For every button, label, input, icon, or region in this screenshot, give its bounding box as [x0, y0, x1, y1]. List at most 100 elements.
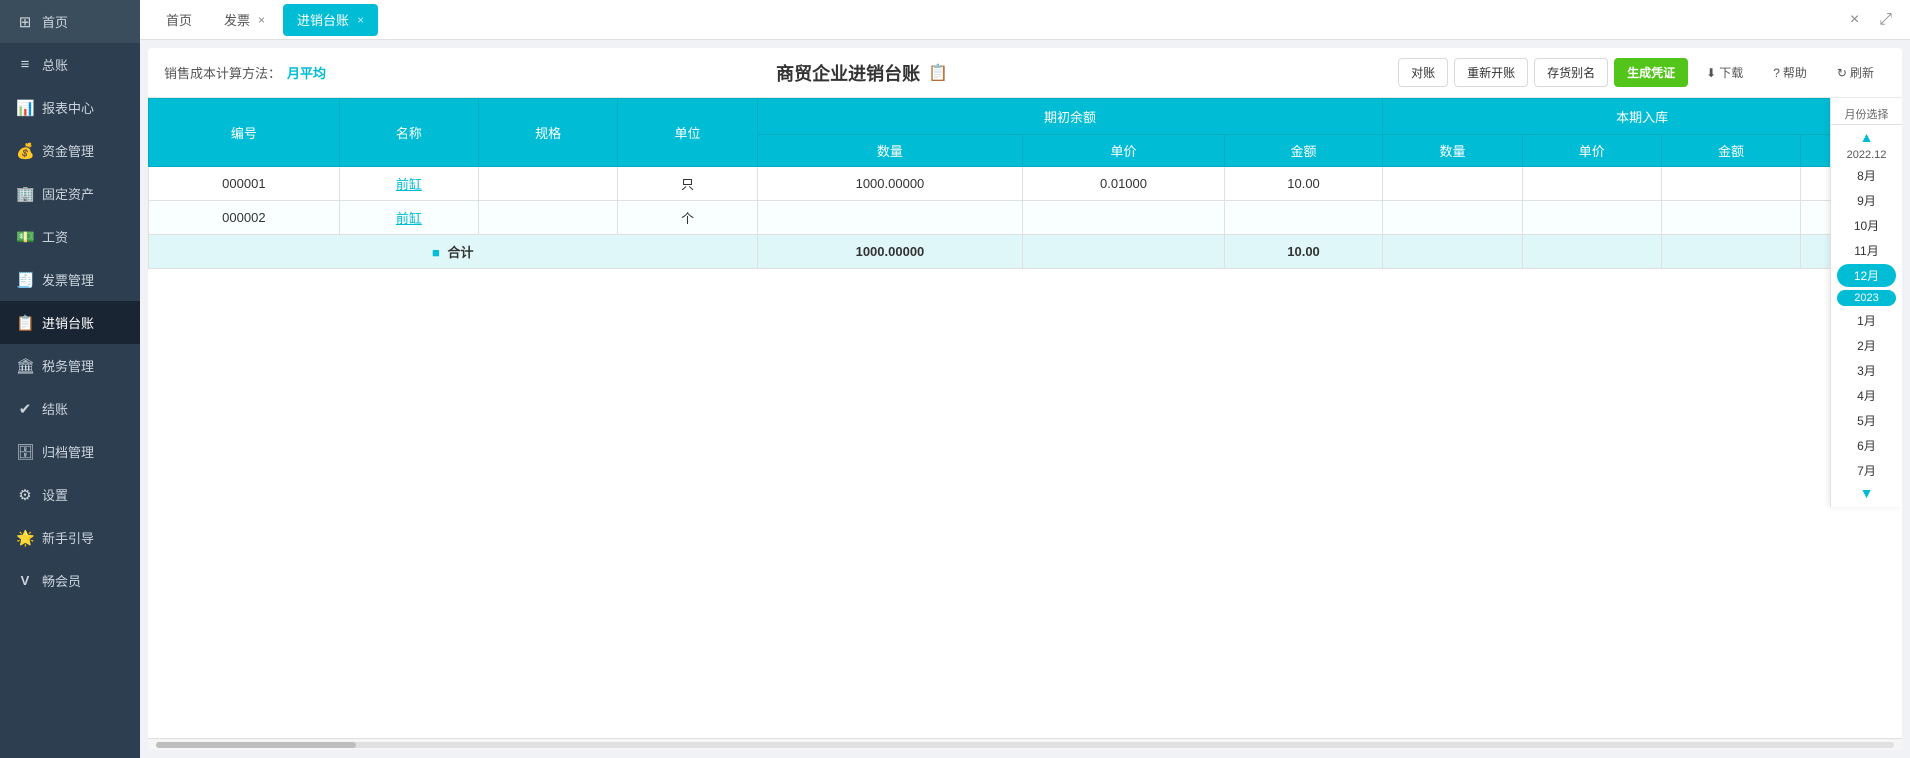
- year-2023-tag: 2023: [1837, 290, 1896, 306]
- reopen-button[interactable]: 重新开账: [1454, 58, 1528, 87]
- content-area: 销售成本计算方法： 月平均 商贸企业进销台账 📋 对账 重新开账 存货别名 生成…: [148, 48, 1902, 750]
- total-pi-price: [1522, 235, 1661, 269]
- total-op-qty: 1000.00000: [757, 235, 1023, 269]
- month-item-12[interactable]: 12月: [1837, 264, 1896, 287]
- cell-name[interactable]: 前缸: [339, 167, 478, 201]
- help-icon: ?: [1773, 66, 1780, 80]
- col-pi-qty: 数量: [1383, 135, 1522, 167]
- generate-voucher-button[interactable]: 生成凭证: [1614, 58, 1688, 87]
- month-scroll-up[interactable]: ▲: [1831, 127, 1902, 147]
- refresh-button[interactable]: ↻ 刷新: [1825, 59, 1886, 86]
- cell-pi-qty: [1383, 167, 1522, 201]
- cell-unit: 个: [618, 201, 757, 235]
- data-table: 编号 名称 规格 单位 期初余额 本期入库 数量 单价 金额 数量: [148, 98, 1902, 269]
- tab-purchase-sales[interactable]: 进销台账 ×: [283, 4, 378, 36]
- month-item-1[interactable]: 1月: [1831, 308, 1902, 333]
- month-item-10[interactable]: 10月: [1831, 213, 1902, 238]
- sidebar-item-member[interactable]: V 畅会员: [0, 559, 140, 602]
- main-area: 首页 发票 × 进销台账 × × ⤢ 销售成本计算方法： 月平均 商贸企业进销台…: [140, 0, 1910, 758]
- col-op-amount: 金额: [1224, 135, 1383, 167]
- window-close-button[interactable]: ×: [1844, 9, 1865, 31]
- sidebar-item-label: 报表中心: [42, 98, 94, 117]
- cell-op-qty: 1000.00000: [757, 167, 1023, 201]
- tab-invoice-close[interactable]: ×: [258, 13, 265, 27]
- sidebar-item-label: 税务管理: [42, 356, 94, 375]
- table-container: 编号 名称 规格 单位 期初余额 本期入库 数量 单价 金额 数量: [148, 98, 1902, 738]
- month-item-9[interactable]: 9月: [1831, 188, 1902, 213]
- month-item-2[interactable]: 2月: [1831, 333, 1902, 358]
- scrollbar-thumb[interactable]: [156, 742, 356, 748]
- close-ledger-icon: ✔: [16, 400, 34, 418]
- sidebar-item-salary[interactable]: 💵 工资: [0, 215, 140, 258]
- total-label: ■ 合计: [149, 235, 758, 269]
- month-item-11[interactable]: 11月: [1831, 238, 1902, 263]
- cell-unit: 只: [618, 167, 757, 201]
- cell-pi-qty: [1383, 201, 1522, 235]
- total-pi-qty: [1383, 235, 1522, 269]
- title-info-icon[interactable]: 📋: [928, 63, 948, 83]
- member-icon: V: [16, 573, 34, 588]
- window-maximize-button[interactable]: ⤢: [1873, 9, 1898, 31]
- sidebar-item-close[interactable]: ✔ 结账: [0, 387, 140, 430]
- cell-code: 000001: [149, 167, 340, 201]
- sidebar-item-assets[interactable]: 🏢 固定资产: [0, 172, 140, 215]
- tab-home[interactable]: 首页: [152, 4, 206, 36]
- sidebar-item-purchase-sales[interactable]: 📋 进销台账: [0, 301, 140, 344]
- tab-invoice[interactable]: 发票 ×: [210, 4, 279, 36]
- help-button[interactable]: ? 帮助: [1761, 59, 1819, 86]
- total-op-price: [1023, 235, 1224, 269]
- col-op-qty: 数量: [757, 135, 1023, 167]
- archive-icon: 🗄: [16, 443, 34, 461]
- scrollbar-track: [156, 742, 1894, 748]
- tab-bar: 首页 发票 × 进销台账 × × ⤢: [140, 0, 1910, 40]
- settings-icon: ⚙: [16, 486, 34, 504]
- month-panel: 月份选择 ▲ 2022.12 8月 9月 10月 11月 12月 2023 1月…: [1830, 98, 1902, 507]
- sidebar-item-invoice-mgmt[interactable]: 🧾 发票管理: [0, 258, 140, 301]
- cell-pi-price: [1522, 167, 1661, 201]
- sidebar-item-label: 结账: [42, 399, 68, 418]
- download-button[interactable]: ⬇ 下载: [1694, 59, 1755, 86]
- horizontal-scrollbar[interactable]: [148, 738, 1902, 750]
- cell-name[interactable]: 前缸: [339, 201, 478, 235]
- sidebar-item-label: 资金管理: [42, 141, 94, 160]
- sidebar-item-label: 新手引导: [42, 528, 94, 547]
- reports-icon: 📊: [16, 99, 34, 117]
- sidebar-item-guide[interactable]: 🌟 新手引导: [0, 516, 140, 559]
- sidebar: ⊞ 首页 ≡ 总账 📊 报表中心 💰 资金管理 🏢 固定资产 💵 工资 🧾 发票…: [0, 0, 140, 758]
- cell-op-price: [1023, 201, 1224, 235]
- save-alias-button[interactable]: 存货别名: [1534, 58, 1608, 87]
- sidebar-item-archive[interactable]: 🗄 归档管理: [0, 430, 140, 473]
- total-pi-amount: [1661, 235, 1800, 269]
- cell-code: 000002: [149, 201, 340, 235]
- toolbar-actions: 对账 重新开账 存货别名 生成凭证 ⬇ 下载 ? 帮助 ↻ 刷新: [1398, 58, 1886, 87]
- cell-op-qty: [757, 201, 1023, 235]
- invoice-mgmt-icon: 🧾: [16, 271, 34, 289]
- sidebar-item-home[interactable]: ⊞ 首页: [0, 0, 140, 43]
- refresh-icon: ↻: [1837, 66, 1847, 80]
- cell-spec: [479, 201, 618, 235]
- month-item-4[interactable]: 4月: [1831, 383, 1902, 408]
- month-scroll-down[interactable]: ▼: [1831, 483, 1902, 503]
- funds-icon: 💰: [16, 142, 34, 160]
- month-item-3[interactable]: 3月: [1831, 358, 1902, 383]
- month-item-8[interactable]: 8月: [1831, 163, 1902, 188]
- month-item-7[interactable]: 7月: [1831, 458, 1902, 483]
- sidebar-item-tax[interactable]: 🏛 税务管理: [0, 344, 140, 387]
- sidebar-item-funds[interactable]: 💰 资金管理: [0, 129, 140, 172]
- table-row: 000002 前缸 个: [149, 201, 1902, 235]
- tax-icon: 🏛: [16, 357, 34, 375]
- month-item-5[interactable]: 5月: [1831, 408, 1902, 433]
- toolbar: 销售成本计算方法： 月平均 商贸企业进销台账 📋 对账 重新开账 存货别名 生成…: [148, 48, 1902, 98]
- sidebar-item-ledger[interactable]: ≡ 总账: [0, 43, 140, 86]
- assets-icon: 🏢: [16, 185, 34, 203]
- col-pi-amount: 金额: [1661, 135, 1800, 167]
- sidebar-item-reports[interactable]: 📊 报表中心: [0, 86, 140, 129]
- sidebar-item-label: 发票管理: [42, 270, 94, 289]
- sidebar-item-settings[interactable]: ⚙ 设置: [0, 473, 140, 516]
- table-header-main: 编号 名称 规格 单位 期初余额 本期入库: [149, 99, 1902, 135]
- download-icon: ⬇: [1706, 66, 1716, 80]
- col-unit: 单位: [618, 99, 757, 167]
- reconcile-button[interactable]: 对账: [1398, 58, 1448, 87]
- month-item-6[interactable]: 6月: [1831, 433, 1902, 458]
- tab-purchase-sales-close[interactable]: ×: [357, 13, 364, 27]
